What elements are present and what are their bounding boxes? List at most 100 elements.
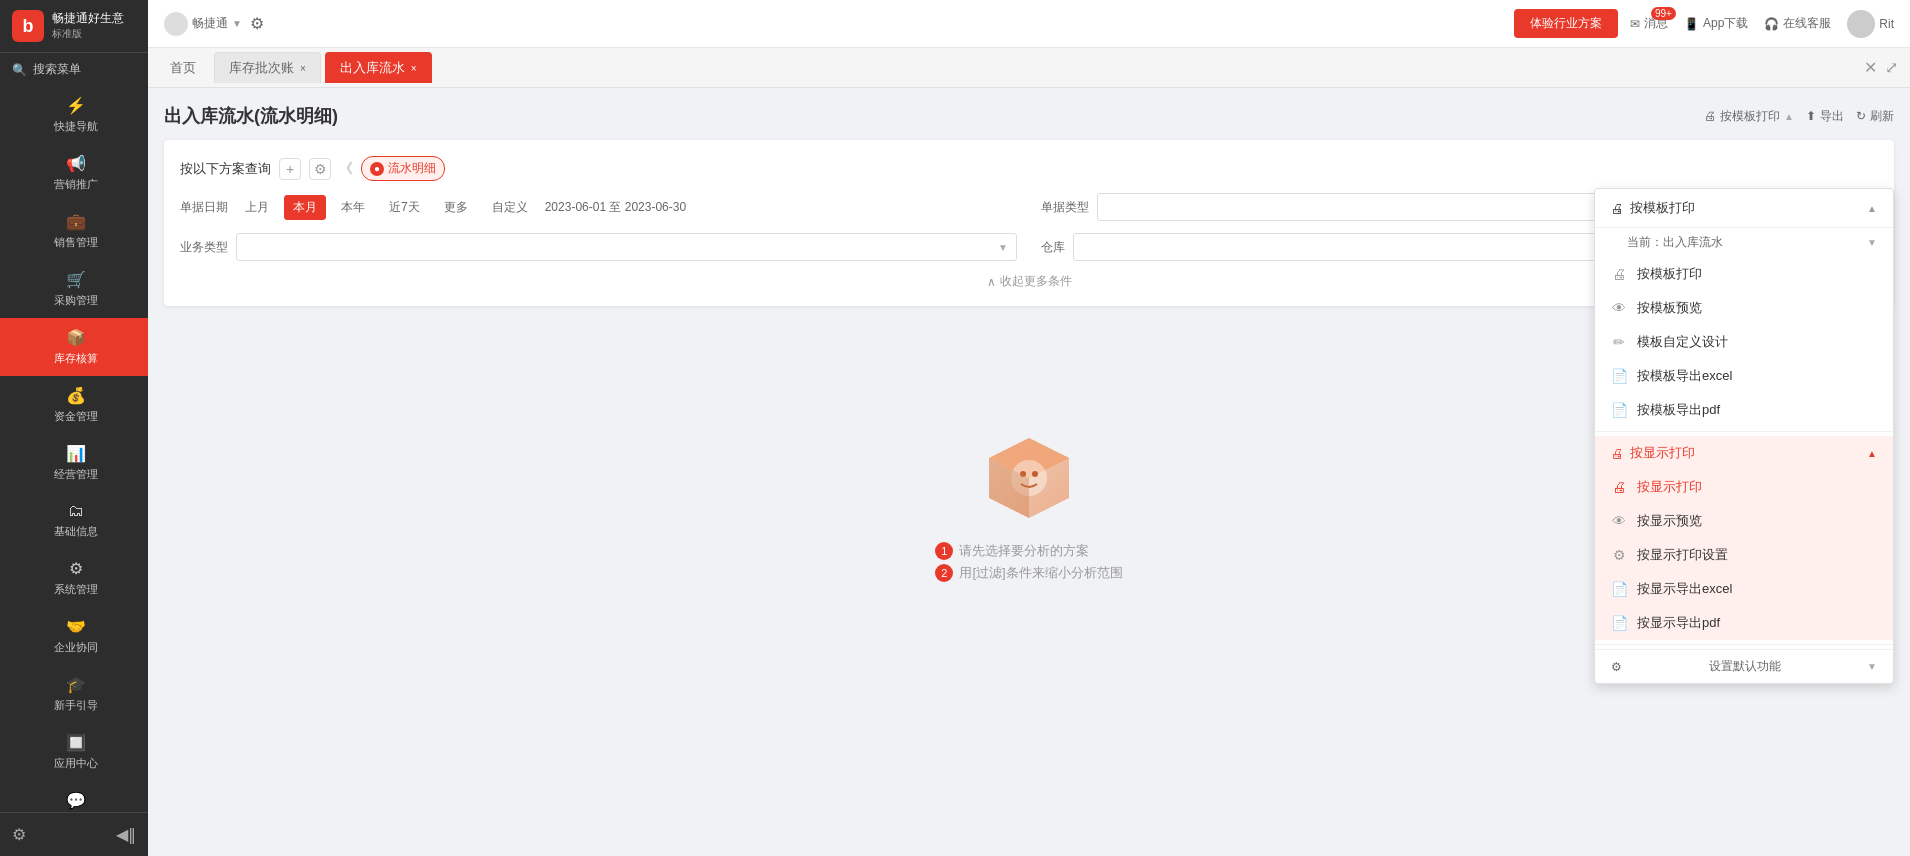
sales-icon: 💼 (66, 212, 86, 231)
dp-template-export-pdf-item[interactable]: 📄 按模板导出pdf (1595, 393, 1893, 427)
date-more-btn[interactable]: 更多 (435, 195, 477, 220)
basic-info-icon: 🗂 (68, 502, 84, 520)
empty-steps: 1 请先选择要分析的方案 2 用[过滤]条件来缩小分析范围 (935, 538, 1122, 586)
tab-inout-flow[interactable]: 出入库流水 × (325, 52, 432, 83)
page-header: 出入库流水(流水明细) 🖨 按模板打印 ▲ ⬆ 导出 ↻ 刷新 (164, 104, 1894, 128)
settings-icon[interactable]: ⚙ (12, 825, 26, 844)
dp-header-arrow[interactable]: ▲ (1867, 203, 1877, 214)
sidebar-item-basic-info[interactable]: 🗂 基础信息 (0, 492, 148, 549)
date-this-year-btn[interactable]: 本年 (332, 195, 374, 220)
dp-title-text: 按模板打印 (1630, 199, 1695, 217)
date-this-month-btn[interactable]: 本月 (284, 195, 326, 220)
sidebar-item-quick-nav[interactable]: ⚡ 快捷导航 (0, 86, 148, 144)
sidebar-item-system[interactable]: ⚙ 系统管理 (0, 549, 148, 607)
topbar-avatar-right[interactable]: Rit (1847, 10, 1894, 38)
dp-current: 当前：出入库流水 ▼ (1595, 228, 1893, 257)
dp-template-export-pdf-label: 按模板导出pdf (1637, 401, 1720, 419)
export-btn[interactable]: ⬆ 导出 (1806, 108, 1844, 125)
dp-display-print-settings-item[interactable]: ⚙ 按显示打印设置 (1595, 538, 1893, 572)
dp-template-custom-item[interactable]: ✏ 模板自定义设计 (1595, 325, 1893, 359)
dp-display-export-pdf-item[interactable]: 📄 按显示导出pdf (1595, 606, 1893, 640)
dp-footer[interactable]: ⚙ 设置默认功能 ▼ (1595, 649, 1893, 683)
sidebar-item-sales[interactable]: 💼 销售管理 (0, 202, 148, 260)
tab-home[interactable]: 首页 (156, 53, 210, 83)
user-name-right: Rit (1879, 17, 1894, 31)
date-custom-btn[interactable]: 自定义 (483, 195, 537, 220)
dp-display-section-arrow[interactable]: ▲ (1867, 448, 1877, 459)
app-name: 畅捷通好生意 (52, 11, 124, 27)
date-last-7days-btn[interactable]: 近7天 (380, 195, 429, 220)
business-type-select[interactable]: ▼ (236, 233, 1017, 261)
dp-display-preview-item[interactable]: 👁 按显示预览 (1595, 504, 1893, 538)
online-service-label: 在线客服 (1783, 15, 1831, 32)
chevron-up-icon: ∧ (987, 275, 996, 289)
sidebar-item-label: 基础信息 (54, 524, 98, 539)
date-last-month-btn[interactable]: 上月 (236, 195, 278, 220)
guide-icon: 🎓 (66, 675, 86, 694)
dp-template-export-excel-item[interactable]: 📄 按模板导出excel (1595, 359, 1893, 393)
sidebar-item-inventory[interactable]: 📦 库存核算 (0, 318, 148, 376)
close-tab-icon[interactable]: ✕ (1864, 58, 1877, 77)
print-btn-label: 按模板打印 (1720, 108, 1780, 125)
tab-close-batch-account[interactable]: × (300, 63, 306, 74)
tabbar-right-icons: ✕ ⤢ (1864, 58, 1898, 77)
message-btn[interactable]: ✉ 消息 99+ (1630, 15, 1668, 32)
print-btn[interactable]: 🖨 按模板打印 ▲ (1704, 108, 1794, 125)
topbar-user[interactable]: 畅捷通 ▼ (164, 12, 242, 36)
tab-batch-account[interactable]: 库存批次账 × (214, 52, 321, 83)
printer-icon-t: 🖨 (1611, 266, 1627, 282)
app-download-label: App下载 (1703, 15, 1748, 32)
app-name-block: 畅捷通好生意 标准版 (52, 11, 124, 41)
tab-close-inout-flow[interactable]: × (411, 63, 417, 74)
dp-template-section: 🖨 按模板打印 👁 按模板预览 ✏ 模板自定义设计 📄 按模板导出excel 📄 (1595, 257, 1893, 427)
sidebar-item-guide[interactable]: 🎓 新手引导 (0, 665, 148, 723)
search-icon: 🔍 (12, 63, 27, 77)
sidebar-item-label: 快捷导航 (54, 119, 98, 134)
topbar-gear-icon[interactable]: ⚙ (250, 14, 264, 33)
sidebar-item-purchase[interactable]: 🛒 采购管理 (0, 260, 148, 318)
inventory-icon: 📦 (66, 328, 86, 347)
sidebar-item-finance[interactable]: 💰 资金管理 (0, 376, 148, 434)
dp-display-print-label: 按显示打印 (1637, 478, 1702, 496)
sidebar-item-app-center[interactable]: 🔲 应用中心 (0, 723, 148, 781)
wechat-icon: 💬 (66, 791, 86, 810)
app-download-btn[interactable]: 📱 App下载 (1684, 15, 1748, 32)
trial-btn[interactable]: 体验行业方案 (1514, 9, 1618, 38)
active-filter-tag[interactable]: ● 流水明细 (361, 156, 445, 181)
dp-template-print-item[interactable]: 🖨 按模板打印 (1595, 257, 1893, 291)
dp-display-export-excel-item[interactable]: 📄 按显示导出excel (1595, 572, 1893, 606)
dp-template-preview-item[interactable]: 👁 按模板预览 (1595, 291, 1893, 325)
dp-display-print-item[interactable]: 🖨 按显示打印 (1595, 470, 1893, 504)
print-dropdown-arrow[interactable]: ▲ (1784, 111, 1794, 122)
sidebar-item-label: 新手引导 (54, 698, 98, 713)
sidebar-item-operations[interactable]: 📊 经营管理 (0, 434, 148, 492)
empty-step-1-text: 请先选择要分析的方案 (959, 542, 1089, 560)
refresh-icon: ↻ (1856, 109, 1866, 123)
date-range-display: 2023-06-01 至 2023-06-30 (545, 199, 686, 216)
step-1-num: 1 (935, 542, 953, 560)
sidebar-item-wechat[interactable]: 💬 企业微信 (0, 781, 148, 812)
filter-settings-button[interactable]: ⚙ (309, 158, 331, 180)
online-service-btn[interactable]: 🎧 在线客服 (1764, 15, 1831, 32)
sidebar-item-cooperation[interactable]: 🤝 企业协同 (0, 607, 148, 665)
dp-current-label: 当前：出入库流水 (1627, 234, 1723, 251)
step-2-num: 2 (935, 564, 953, 582)
message-badge: 99+ (1651, 7, 1676, 20)
maximize-icon[interactable]: ⤢ (1885, 58, 1898, 77)
sidebar-item-marketing[interactable]: 📢 营销推广 (0, 144, 148, 202)
sidebar-search[interactable]: 🔍 搜索菜单 (0, 53, 148, 86)
filter-title: 按以下方案查询 (180, 160, 271, 178)
filter-add-button[interactable]: + (279, 158, 301, 180)
date-label: 单据日期 (180, 199, 228, 216)
collapse-more-btn[interactable]: ∧ 收起更多条件 (987, 273, 1072, 290)
phone-icon: 📱 (1684, 17, 1699, 31)
collapse-sidebar-icon[interactable]: ◀‖ (116, 825, 136, 844)
business-type-label: 业务类型 (180, 239, 228, 256)
cooperation-icon: 🤝 (66, 617, 86, 636)
refresh-btn[interactable]: ↻ 刷新 (1856, 108, 1894, 125)
edit-icon: ✏ (1611, 334, 1627, 350)
filter-collapse-left-icon[interactable]: 《 (339, 160, 353, 178)
dp-footer-arrow: ▼ (1867, 661, 1877, 672)
dp-template-custom-label: 模板自定义设计 (1637, 333, 1728, 351)
eye-icon: 👁 (1611, 300, 1627, 316)
